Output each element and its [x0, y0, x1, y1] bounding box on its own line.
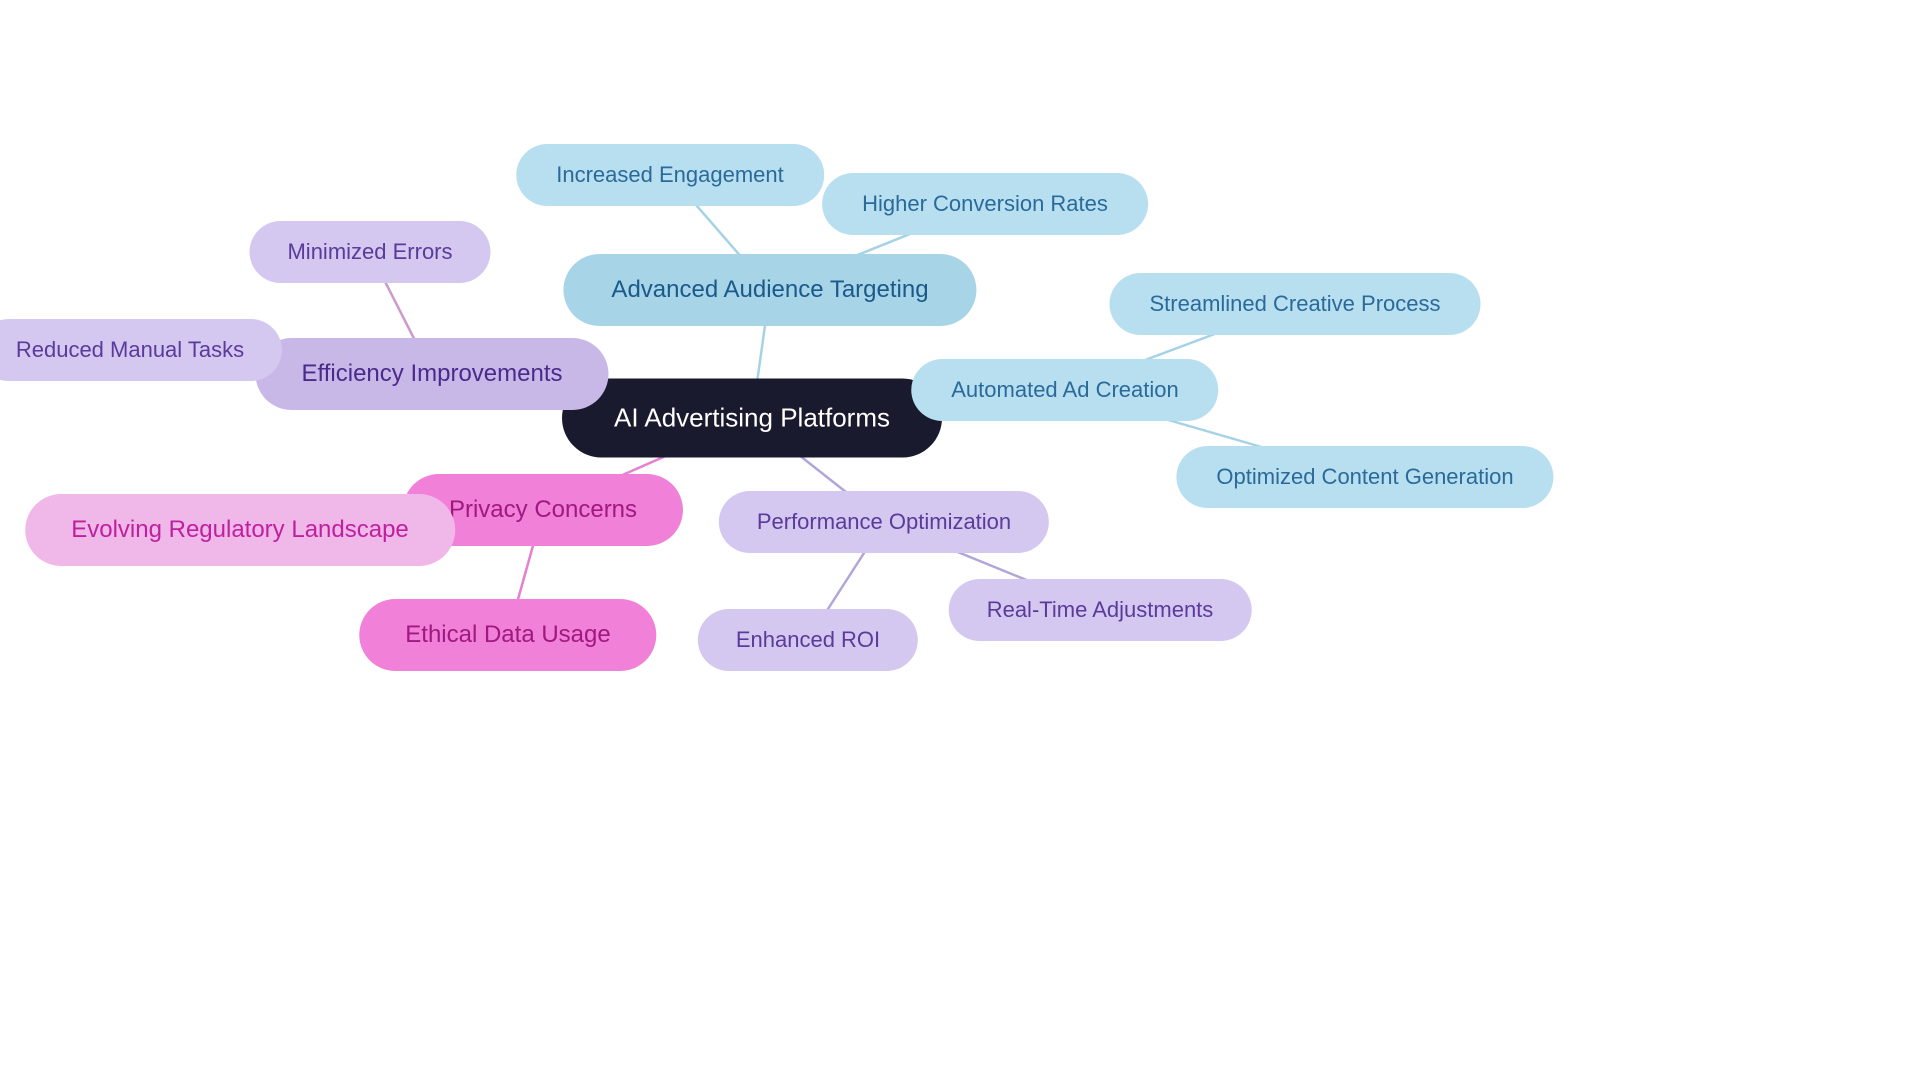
node-higher-conversion-rates[interactable]: Higher Conversion Rates [822, 173, 1148, 235]
node-evolving-regulatory-landscape[interactable]: Evolving Regulatory Landscape [25, 494, 455, 566]
center-node[interactable]: AI Advertising Platforms [562, 379, 942, 458]
node-minimized-errors[interactable]: Minimized Errors [249, 221, 490, 283]
node-streamlined-creative-process[interactable]: Streamlined Creative Process [1109, 273, 1480, 335]
node-automated-ad-creation[interactable]: Automated Ad Creation [911, 359, 1218, 421]
node-optimized-content-generation[interactable]: Optimized Content Generation [1176, 446, 1553, 508]
node-efficiency-improvements[interactable]: Efficiency Improvements [256, 338, 609, 410]
node-advanced-audience-targeting[interactable]: Advanced Audience Targeting [563, 254, 976, 326]
node-real-time-adjustments[interactable]: Real-Time Adjustments [949, 579, 1252, 641]
node-increased-engagement[interactable]: Increased Engagement [516, 144, 824, 206]
node-enhanced-roi[interactable]: Enhanced ROI [698, 609, 918, 671]
mindmap-container: AI Advertising Platforms Advanced Audien… [0, 0, 1920, 1083]
node-performance-optimization[interactable]: Performance Optimization [719, 491, 1049, 553]
node-ethical-data-usage[interactable]: Ethical Data Usage [359, 599, 656, 671]
node-reduced-manual-tasks[interactable]: Reduced Manual Tasks [0, 319, 282, 381]
